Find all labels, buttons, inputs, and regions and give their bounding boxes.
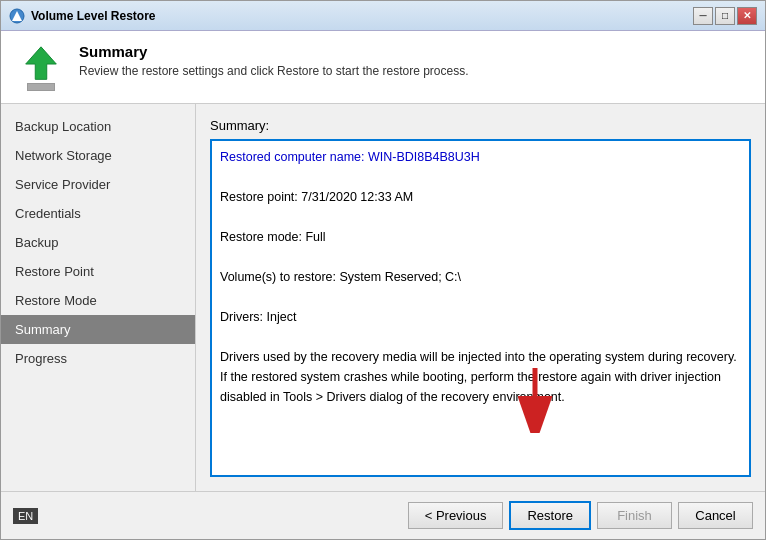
sidebar-item-restore-mode[interactable]: Restore Mode — [1, 286, 195, 315]
previous-button[interactable]: < Previous — [408, 502, 504, 529]
summary-line-5: Drivers used by the recovery media will … — [220, 347, 741, 407]
footer: EN < Previous Restore Finish Cancel — [1, 491, 765, 539]
summary-line-2: Restore mode: Full — [220, 227, 741, 247]
header-description: Review the restore settings and click Re… — [79, 64, 469, 78]
maximize-button[interactable]: □ — [715, 7, 735, 25]
cancel-button[interactable]: Cancel — [678, 502, 753, 529]
language-badge: EN — [13, 508, 38, 524]
sidebar: Backup Location Network Storage Service … — [1, 104, 196, 491]
sidebar-item-service-provider[interactable]: Service Provider — [1, 170, 195, 199]
window-title: Volume Level Restore — [31, 9, 693, 23]
finish-button[interactable]: Finish — [597, 502, 672, 529]
sidebar-item-progress[interactable]: Progress — [1, 344, 195, 373]
close-button[interactable]: ✕ — [737, 7, 757, 25]
svg-marker-2 — [26, 47, 57, 80]
summary-line-0: Restored computer name: WIN-BDI8B4B8U3H — [220, 147, 741, 167]
restore-arrow — [505, 363, 565, 436]
window-icon — [9, 8, 25, 24]
sidebar-item-backup-location[interactable]: Backup Location — [1, 112, 195, 141]
sidebar-item-network-storage[interactable]: Network Storage — [1, 141, 195, 170]
sidebar-item-restore-point[interactable]: Restore Point — [1, 257, 195, 286]
header-text: Summary Review the restore settings and … — [79, 43, 469, 78]
main-window: Volume Level Restore ─ □ ✕ Summary Revie… — [0, 0, 766, 540]
summary-line-1: Restore point: 7/31/2020 12:33 AM — [220, 187, 741, 207]
header-icon — [17, 43, 65, 91]
summary-textbox[interactable]: Restored computer name: WIN-BDI8B4B8U3H … — [210, 139, 751, 477]
sidebar-item-backup[interactable]: Backup — [1, 228, 195, 257]
main-content: Summary: Restored computer name: WIN-BDI… — [196, 104, 765, 491]
title-bar-controls: ─ □ ✕ — [693, 7, 757, 25]
header-title: Summary — [79, 43, 469, 60]
sidebar-item-summary[interactable]: Summary — [1, 315, 195, 344]
title-bar: Volume Level Restore ─ □ ✕ — [1, 1, 765, 31]
summary-line-4: Drivers: Inject — [220, 307, 741, 327]
header-area: Summary Review the restore settings and … — [1, 31, 765, 104]
minimize-button[interactable]: ─ — [693, 7, 713, 25]
sidebar-item-credentials[interactable]: Credentials — [1, 199, 195, 228]
summary-line-3: Volume(s) to restore: System Reserved; C… — [220, 267, 741, 287]
restore-button[interactable]: Restore — [509, 501, 591, 530]
summary-section-label: Summary: — [210, 118, 751, 133]
content-area: Backup Location Network Storage Service … — [1, 104, 765, 491]
